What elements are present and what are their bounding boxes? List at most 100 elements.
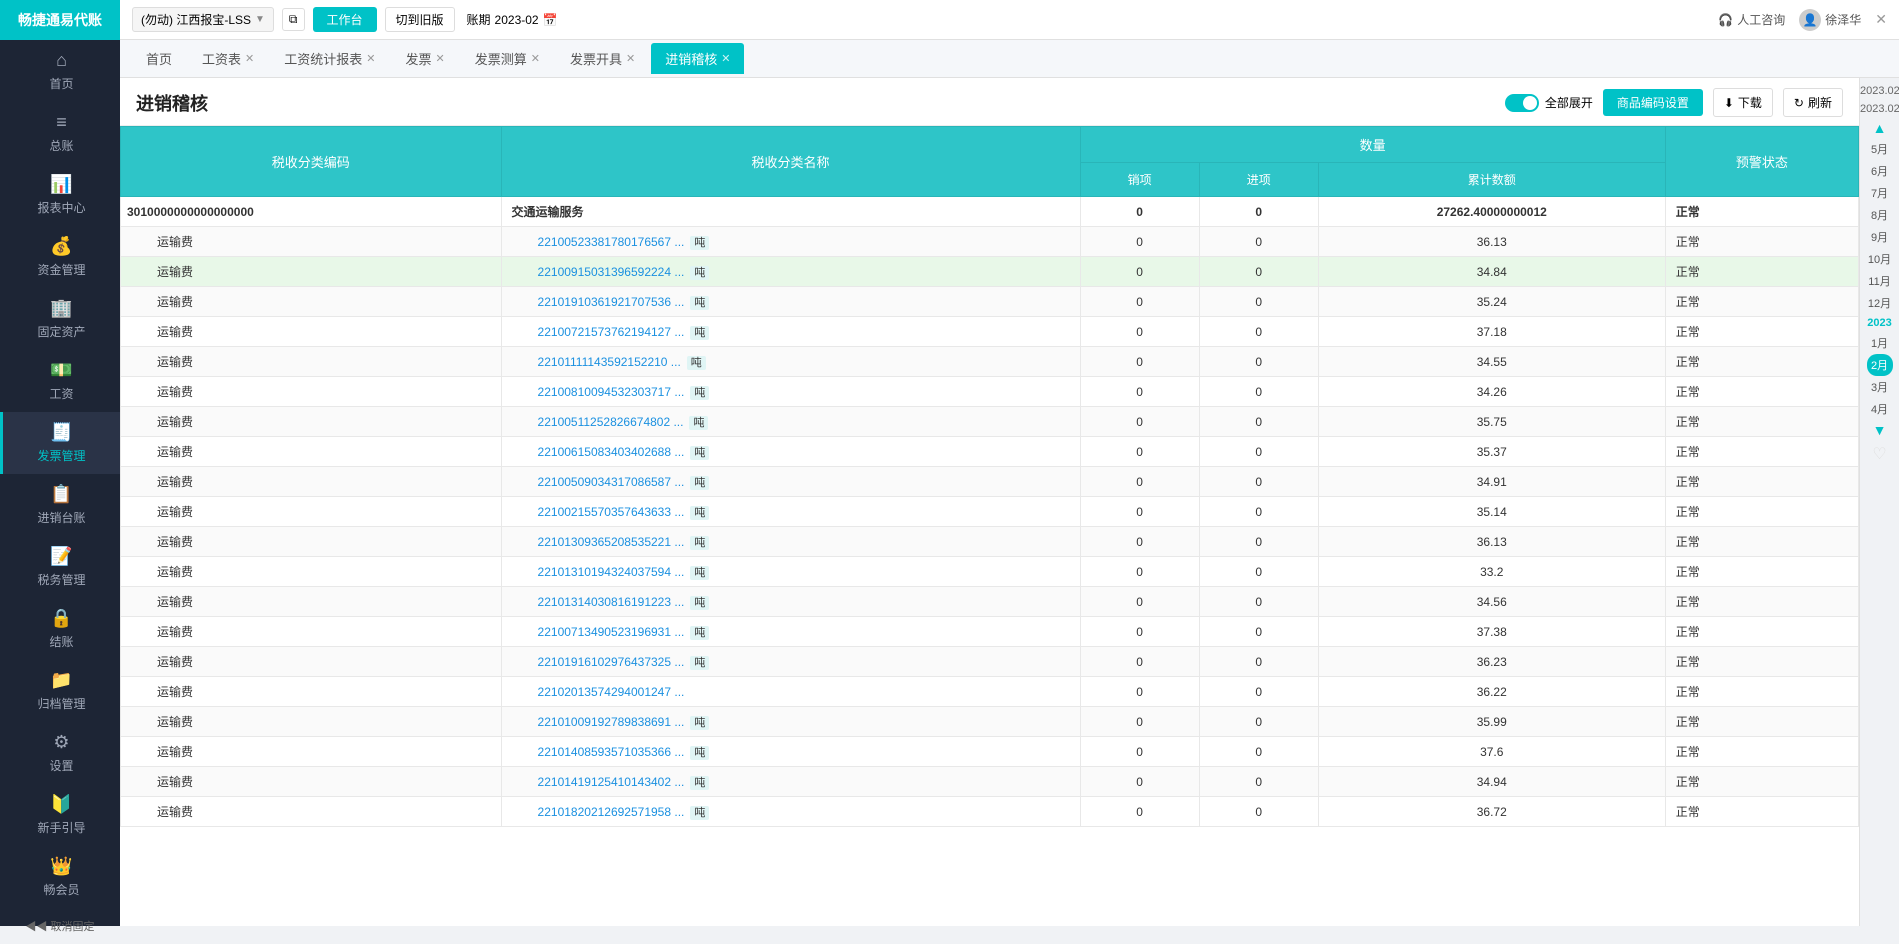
sidebar-item-member[interactable]: 👑 畅会员 — [0, 846, 120, 908]
td-purchase: 0 — [1199, 767, 1318, 797]
td-purchase: 0 — [1199, 197, 1318, 227]
rp-scroll-down[interactable]: ▼ — [1871, 420, 1889, 440]
service-button[interactable]: 🎧 人工咨询 — [1718, 11, 1785, 28]
td-name: 运输费 — [121, 767, 502, 797]
td-sub-code: 22101111143592152210 ...吨 — [501, 347, 1080, 377]
refresh-button[interactable]: ↻ 刷新 — [1783, 88, 1843, 117]
guide-icon: 🔰 — [50, 794, 72, 815]
workspace-button[interactable]: 工作台 — [313, 7, 377, 32]
td-cumulative: 34.91 — [1318, 467, 1665, 497]
td-sub-code: 22100215570357643633 ...吨 — [501, 497, 1080, 527]
th-tax-code: 税收分类编码 — [121, 127, 502, 197]
sidebar-item-payroll[interactable]: 💵 工资 — [0, 350, 120, 412]
table-row: 3010000000000000000 交通运输服务 0 0 27262.400… — [121, 197, 1859, 227]
tab-sales-check-close-icon[interactable]: ✕ — [721, 52, 730, 65]
tab-home-label: 首页 — [146, 49, 172, 68]
data-table-wrapper: 税收分类编码 税收分类名称 数量 预警状态 销项 进项 累计数额 301 — [120, 126, 1859, 926]
tab-invoice-open[interactable]: 发票开具 ✕ — [556, 43, 649, 74]
rp-month-7[interactable]: 7月 — [1860, 182, 1899, 204]
download-button[interactable]: ⬇ 下载 — [1713, 88, 1773, 117]
copy-button[interactable]: ⧉ — [282, 8, 305, 31]
td-cumulative: 35.37 — [1318, 437, 1665, 467]
closing-icon: 🔒 — [50, 608, 72, 629]
tab-invoice-open-close-icon[interactable]: ✕ — [626, 52, 635, 65]
expand-toggle[interactable]: 全部展开 — [1505, 94, 1593, 112]
calendar-icon[interactable]: 📅 — [543, 13, 558, 27]
rp-month-6[interactable]: 6月 — [1860, 160, 1899, 182]
table-row: 运输费 22101009192789838691 ...吨 0 0 35.99 … — [121, 707, 1859, 737]
sidebar-item-ledger[interactable]: ≡ 总账 — [0, 102, 120, 164]
td-sales: 0 — [1080, 257, 1199, 287]
td-sub-code: 22101419125410143402 ...吨 — [501, 767, 1080, 797]
rp-scroll-up[interactable]: ▲ — [1871, 118, 1889, 138]
page-title: 进销稽核 — [136, 90, 208, 116]
topbar: (勿动) 江西报宝-LSS ▼ ⧉ 工作台 切到旧版 账期 2023-02 📅 … — [120, 0, 1899, 40]
download-icon: ⬇ — [1724, 96, 1734, 110]
sidebar-item-invoice-mgmt[interactable]: 🧾 发票管理 — [0, 412, 120, 474]
sidebar-item-archive[interactable]: 📁 归档管理 — [0, 660, 120, 722]
close-icon[interactable]: ✕ — [1875, 11, 1887, 28]
sidebar-item-tax[interactable]: 📝 税务管理 — [0, 536, 120, 598]
company-selector[interactable]: (勿动) 江西报宝-LSS ▼ — [132, 7, 274, 32]
sidebar-item-home[interactable]: ⌂ 首页 — [0, 40, 120, 102]
td-cumulative: 34.56 — [1318, 587, 1665, 617]
sidebar-item-reports[interactable]: 📊 报表中心 — [0, 164, 120, 226]
tab-invoice-calc[interactable]: 发票测算 ✕ — [461, 43, 554, 74]
sidebar-item-settings[interactable]: ⚙ 设置 — [0, 722, 120, 784]
switch-version-button[interactable]: 切到旧版 — [385, 7, 455, 32]
user-menu[interactable]: 👤 徐泽华 — [1799, 9, 1861, 31]
td-purchase: 0 — [1199, 797, 1318, 827]
rp-month-2[interactable]: 2月 — [1867, 354, 1893, 376]
rp-month-9[interactable]: 9月 — [1860, 226, 1899, 248]
avatar: 👤 — [1799, 9, 1821, 31]
tab-payroll[interactable]: 工资表 ✕ — [188, 43, 268, 74]
th-tax-name: 税收分类名称 — [501, 127, 1080, 197]
td-name: 运输费 — [121, 707, 502, 737]
table-row: 运输费 22101408593571035366 ...吨 0 0 37.6 正… — [121, 737, 1859, 767]
tab-sales-check-label: 进销稽核 — [665, 49, 717, 68]
td-name: 运输费 — [121, 647, 502, 677]
sidebar-item-closing[interactable]: 🔒 结账 — [0, 598, 120, 660]
td-sales: 0 — [1080, 317, 1199, 347]
td-cumulative: 34.84 — [1318, 257, 1665, 287]
tab-payroll-stat[interactable]: 工资统计报表 ✕ — [270, 43, 389, 74]
rp-month-8[interactable]: 8月 — [1860, 204, 1899, 226]
sidebar-item-capital[interactable]: 💰 资金管理 — [0, 226, 120, 288]
main-area: (勿动) 江西报宝-LSS ▼ ⧉ 工作台 切到旧版 账期 2023-02 📅 … — [120, 0, 1899, 926]
rp-month-5[interactable]: 5月 — [1860, 138, 1899, 160]
tab-invoice-close-icon[interactable]: ✕ — [436, 52, 445, 65]
td-purchase: 0 — [1199, 737, 1318, 767]
td-name: 运输费 — [121, 617, 502, 647]
company-name: (勿动) 江西报宝-LSS — [141, 11, 251, 28]
settings-icon: ⚙ — [53, 732, 69, 753]
td-sales: 0 — [1080, 617, 1199, 647]
sidebar-item-assets[interactable]: 🏢 固定资产 — [0, 288, 120, 350]
tab-invoice-calc-close-icon[interactable]: ✕ — [531, 52, 540, 65]
tab-home[interactable]: 首页 — [132, 43, 186, 74]
sidebar-item-sales-ledger[interactable]: 📋 进销台账 — [0, 474, 120, 536]
rp-month-1[interactable]: 1月 — [1860, 332, 1899, 354]
sidebar-item-guide[interactable]: 🔰 新手引导 — [0, 784, 120, 846]
tab-sales-check[interactable]: 进销稽核 ✕ — [651, 43, 744, 74]
rp-month-12[interactable]: 12月 — [1860, 292, 1899, 314]
td-purchase: 0 — [1199, 587, 1318, 617]
pin-button[interactable]: ◀◀ 取消固定 — [0, 908, 120, 944]
table-row: 运输费 22100511252826674802 ...吨 0 0 35.75 … — [121, 407, 1859, 437]
td-sales: 0 — [1080, 587, 1199, 617]
rp-month-4[interactable]: 4月 — [1860, 398, 1899, 420]
rp-month-3[interactable]: 3月 — [1860, 376, 1899, 398]
sales-ledger-icon: 📋 — [50, 484, 72, 505]
td-cumulative: 33.2 — [1318, 557, 1665, 587]
sidebar-item-label: 报表中心 — [37, 199, 85, 216]
rp-month-11[interactable]: 11月 — [1860, 270, 1899, 292]
tab-payroll-close-icon[interactable]: ✕ — [245, 52, 254, 65]
sidebar-item-label: 设置 — [49, 757, 73, 774]
tab-invoice[interactable]: 发票 ✕ — [391, 43, 458, 74]
settings-button[interactable]: 商品编码设置 — [1603, 89, 1703, 116]
td-sales: 0 — [1080, 767, 1199, 797]
tab-payroll-stat-close-icon[interactable]: ✕ — [366, 52, 375, 65]
headset-icon: 🎧 — [1718, 13, 1733, 27]
td-name: 运输费 — [121, 557, 502, 587]
toggle-track[interactable] — [1505, 94, 1539, 112]
rp-month-10[interactable]: 10月 — [1860, 248, 1899, 270]
